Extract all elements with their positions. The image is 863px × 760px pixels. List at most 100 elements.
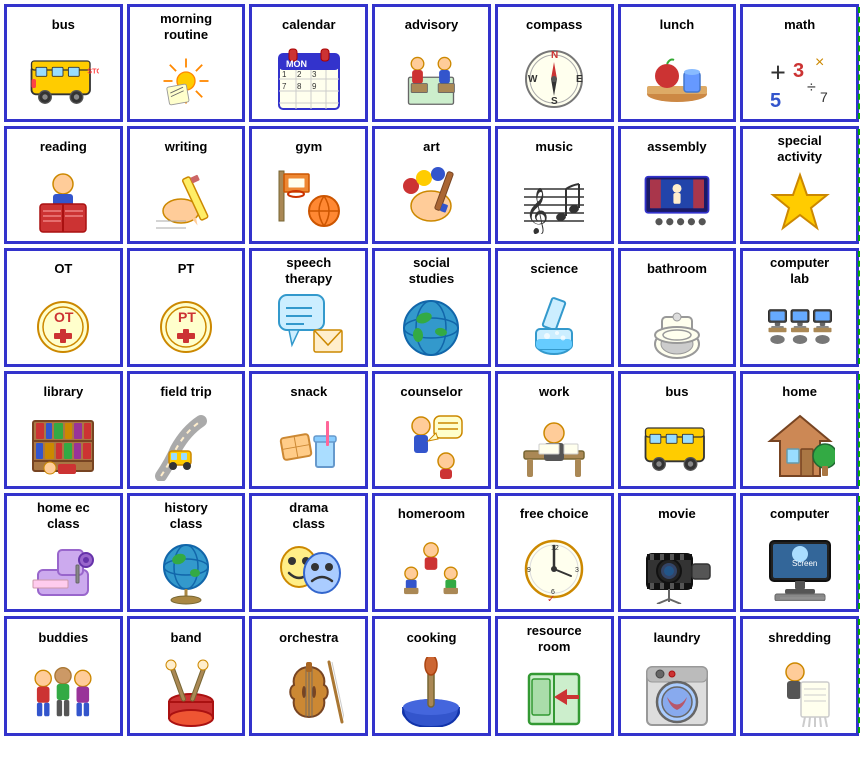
card-label-bus-row4: bus [665, 378, 688, 406]
card-icon-counselor [377, 410, 486, 482]
card-label-science: science [530, 255, 578, 283]
card-label-history-class: historyclass [164, 500, 207, 531]
card-icon-drama-class [254, 535, 363, 605]
card-orchestra[interactable]: orchestra [249, 616, 368, 735]
card-work[interactable]: work [495, 371, 614, 489]
card-label-gym: gym [295, 133, 322, 161]
card-label-advisory: advisory [405, 11, 458, 39]
card-icon-band [132, 655, 241, 728]
card-icon-advisory [377, 43, 486, 115]
card-counselor[interactable]: counselor [372, 371, 491, 489]
card-icon-gym [254, 165, 363, 237]
card-label-drama-class: dramaclass [289, 500, 328, 531]
card-home-ec[interactable]: home ecclass [4, 493, 123, 612]
svg-text:STOP: STOP [88, 67, 100, 76]
card-label-library: library [43, 378, 83, 406]
card-icon-bathroom [623, 287, 732, 360]
card-label-reading: reading [40, 133, 87, 161]
card-label-homeroom: homeroom [398, 500, 465, 528]
card-bus[interactable]: bus STOP [4, 4, 123, 122]
card-computer[interactable]: computer Screen [740, 493, 859, 612]
card-icon-cooking [377, 655, 486, 728]
card-gym[interactable]: gym [249, 126, 368, 244]
card-computer-lab[interactable]: computerlab [740, 248, 859, 367]
card-field-trip[interactable]: field trip [127, 371, 246, 489]
card-label-work: work [539, 378, 569, 406]
svg-text:×: × [815, 54, 824, 71]
card-label-special-activity: specialactivity [777, 133, 822, 164]
card-buddies[interactable]: buddies [4, 616, 123, 735]
card-icon-field-trip [132, 410, 241, 482]
card-label-ot: OT [54, 255, 72, 283]
card-free-choice[interactable]: free choice 12 3 6 9 ✓ [495, 493, 614, 612]
svg-text:7: 7 [282, 82, 287, 91]
card-shredding[interactable]: shredding [740, 616, 859, 735]
card-compass[interactable]: compass N S E W [495, 4, 614, 122]
card-icon-home [745, 410, 854, 482]
activity-grid: bus STOP morningroutine [0, 0, 863, 740]
card-science[interactable]: science [495, 248, 614, 367]
card-icon-computer: Screen [745, 532, 854, 605]
card-icon-work [500, 410, 609, 482]
card-label-laundry: laundry [653, 623, 700, 651]
card-math[interactable]: math + 3 ÷ 5 × 7 [740, 4, 859, 122]
card-label-writing: writing [165, 133, 208, 161]
card-laundry[interactable]: laundry [618, 616, 737, 735]
card-label-assembly: assembly [647, 133, 706, 161]
card-homeroom[interactable]: homeroom [372, 493, 491, 612]
card-icon-music: 𝄞 [500, 165, 609, 237]
card-icon-snack [254, 410, 363, 482]
card-icon-special-activity [745, 168, 854, 237]
card-icon-speech-therapy [254, 290, 363, 360]
card-icon-computer-lab [745, 290, 854, 360]
card-advisory[interactable]: advisory [372, 4, 491, 122]
card-history-class[interactable]: historyclass [127, 493, 246, 612]
card-icon-library [9, 410, 118, 482]
card-icon-ot: OT [9, 287, 118, 360]
card-snack[interactable]: snack [249, 371, 368, 489]
svg-text:MON: MON [286, 59, 307, 69]
card-writing[interactable]: writing [127, 126, 246, 244]
card-reading[interactable]: reading [4, 126, 123, 244]
svg-text:3: 3 [793, 60, 804, 82]
card-assembly[interactable]: assembly [618, 126, 737, 244]
card-label-pt: PT [178, 255, 195, 283]
card-bathroom[interactable]: bathroom [618, 248, 737, 367]
card-drama-class[interactable]: dramaclass [249, 493, 368, 612]
card-art[interactable]: art [372, 126, 491, 244]
card-bus-row4[interactable]: bus [618, 371, 737, 489]
card-calendar[interactable]: calendar MON 1 2 3 7 8 9 [249, 4, 368, 122]
svg-text:OT: OT [54, 309, 74, 325]
card-morning-routine[interactable]: morningroutine [127, 4, 246, 122]
svg-text:S: S [551, 96, 558, 107]
card-lunch[interactable]: lunch [618, 4, 737, 122]
card-label-morning-routine: morningroutine [160, 11, 212, 42]
card-movie[interactable]: movie [618, 493, 737, 612]
card-speech-therapy[interactable]: speechtherapy [249, 248, 368, 367]
card-pt[interactable]: PT PT [127, 248, 246, 367]
card-label-movie: movie [658, 500, 696, 528]
card-icon-science [500, 287, 609, 360]
card-label-orchestra: orchestra [279, 623, 338, 651]
card-resource-room[interactable]: resourceroom [495, 616, 614, 735]
card-label-resource-room: resourceroom [527, 623, 582, 654]
card-icon-calendar: MON 1 2 3 7 8 9 [254, 43, 363, 115]
card-icon-buddies [9, 655, 118, 728]
card-ot[interactable]: OT OT [4, 248, 123, 367]
svg-text:3: 3 [575, 567, 579, 574]
svg-text:Screen: Screen [792, 559, 817, 568]
card-social-studies[interactable]: socialstudies [372, 248, 491, 367]
card-icon-history-class [132, 535, 241, 605]
card-home[interactable]: home [740, 371, 859, 489]
card-library[interactable]: library [4, 371, 123, 489]
card-special-activity[interactable]: specialactivity [740, 126, 859, 244]
card-icon-shredding [745, 655, 854, 728]
card-label-art: art [423, 133, 440, 161]
card-icon-pt: PT [132, 287, 241, 360]
card-label-calendar: calendar [282, 11, 335, 39]
svg-text:PT: PT [178, 309, 196, 325]
card-band[interactable]: band [127, 616, 246, 735]
card-label-snack: snack [290, 378, 327, 406]
card-music[interactable]: music 𝄞 [495, 126, 614, 244]
card-cooking[interactable]: cooking [372, 616, 491, 735]
